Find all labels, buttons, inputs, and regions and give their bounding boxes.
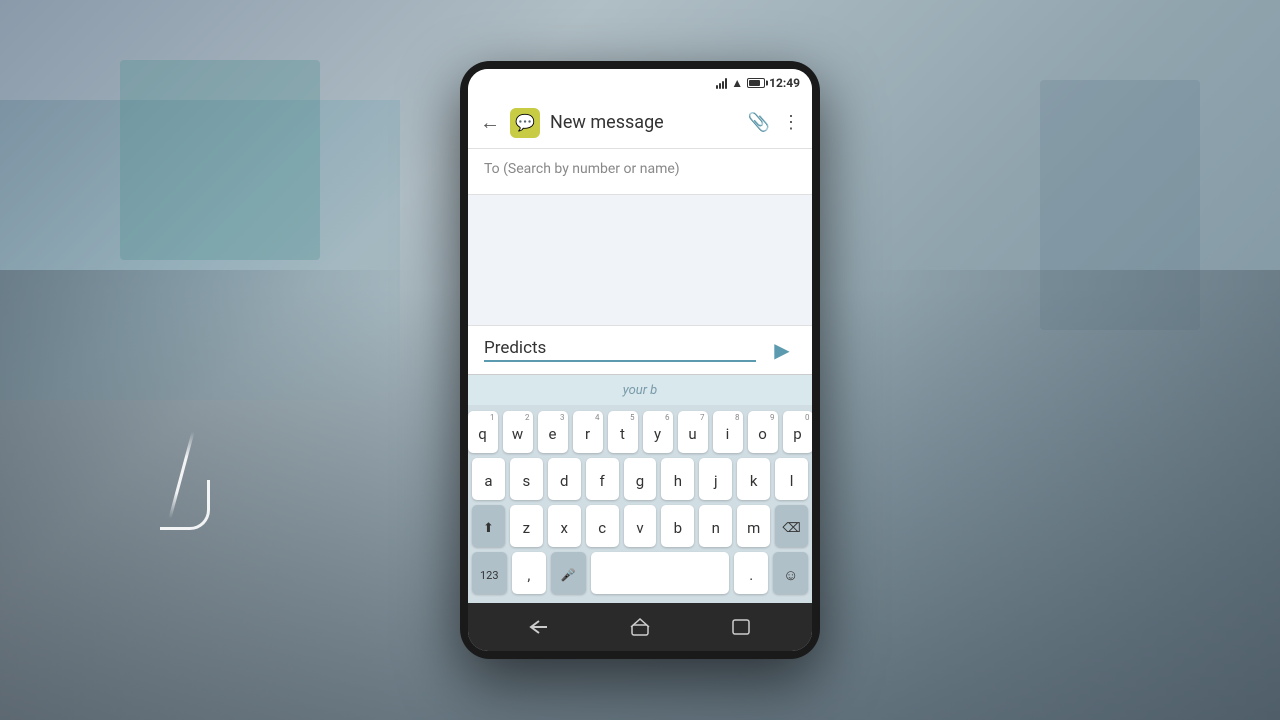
key-h[interactable]: h	[661, 458, 694, 500]
key-j[interactable]: j	[699, 458, 732, 500]
signal-icon	[716, 77, 727, 89]
nav-back-button[interactable]	[519, 607, 559, 647]
prediction-text[interactable]: Predicts	[484, 338, 756, 362]
key-o[interactable]: 9o	[748, 411, 778, 453]
keyboard-row-2: a s d f g h j k l	[472, 458, 808, 500]
nav-bar	[468, 603, 812, 651]
keyboard-row-3: ⬆ z x c v b n m ⌫	[472, 505, 808, 547]
key-c[interactable]: c	[586, 505, 619, 547]
key-e[interactable]: 3e	[538, 411, 568, 453]
status-bar: ▲ 12:49	[468, 69, 812, 97]
battery-icon	[747, 78, 765, 88]
key-p[interactable]: 0p	[783, 411, 813, 453]
keyboard: 1q 2w 3e 4r 5t 6y 7u 8i 9o 0p a s d f	[468, 405, 812, 603]
more-options-icon[interactable]: ⋮	[782, 112, 800, 133]
phone-wrapper: ▲ 12:49 ← 💬 New message 📎 ⋮	[460, 61, 820, 659]
key-t[interactable]: 5t	[608, 411, 638, 453]
key-b[interactable]: b	[661, 505, 694, 547]
to-placeholder: To (Search by number or name)	[484, 161, 680, 177]
phone-body: ▲ 12:49 ← 💬 New message 📎 ⋮	[460, 61, 820, 659]
key-u[interactable]: 7u	[678, 411, 708, 453]
key-k[interactable]: k	[737, 458, 770, 500]
key-y[interactable]: 6y	[643, 411, 673, 453]
swipe-hint: your b	[468, 375, 812, 405]
space-key[interactable]	[591, 552, 729, 594]
nav-home-button[interactable]	[620, 607, 660, 647]
key-n[interactable]: n	[699, 505, 732, 547]
status-time: 12:49	[769, 76, 800, 90]
back-button[interactable]: ←	[480, 110, 500, 135]
microphone-key[interactable]: 🎤	[551, 552, 586, 594]
num-switch-key[interactable]: 123	[472, 552, 507, 594]
swipe-hint-text: your b	[623, 383, 658, 398]
status-icons: ▲ 12:49	[716, 76, 800, 90]
key-v[interactable]: v	[624, 505, 657, 547]
send-button[interactable]: ▶	[764, 332, 800, 368]
key-d[interactable]: d	[548, 458, 581, 500]
key-s[interactable]: s	[510, 458, 543, 500]
key-r[interactable]: 4r	[573, 411, 603, 453]
key-w[interactable]: 2w	[503, 411, 533, 453]
building-left	[120, 60, 320, 260]
nav-recents-button[interactable]	[721, 607, 761, 647]
shift-key[interactable]: ⬆	[472, 505, 505, 547]
emoji-key[interactable]: ☺	[773, 552, 808, 594]
key-f[interactable]: f	[586, 458, 619, 500]
key-comma[interactable]: ,	[512, 552, 547, 594]
prediction-bar: Predicts ▶	[468, 325, 812, 375]
app-icon: 💬	[510, 108, 540, 138]
toolbar-icons: 📎 ⋮	[748, 112, 800, 133]
app-icon-emoji: 💬	[515, 113, 535, 132]
key-x[interactable]: x	[548, 505, 581, 547]
crowd-left	[0, 270, 420, 720]
app-bar: ← 💬 New message 📎 ⋮	[468, 97, 812, 149]
app-title: New message	[550, 112, 738, 133]
key-a[interactable]: a	[472, 458, 505, 500]
attachment-icon[interactable]: 📎	[748, 112, 770, 133]
crowd-right	[860, 270, 1280, 720]
key-period[interactable]: .	[734, 552, 769, 594]
key-g[interactable]: g	[624, 458, 657, 500]
key-i[interactable]: 8i	[713, 411, 743, 453]
key-q[interactable]: 1q	[468, 411, 498, 453]
keyboard-row-1: 1q 2w 3e 4r 5t 6y 7u 8i 9o 0p	[472, 411, 808, 453]
wifi-icon: ▲	[731, 76, 743, 90]
phone-screen: ▲ 12:49 ← 💬 New message 📎 ⋮	[468, 69, 812, 651]
key-m[interactable]: m	[737, 505, 770, 547]
keyboard-row-4: 123 , 🎤 . ☺	[472, 552, 808, 594]
message-area[interactable]	[468, 195, 812, 325]
to-field[interactable]: To (Search by number or name)	[468, 149, 812, 195]
battery-fill	[749, 80, 760, 86]
key-z[interactable]: z	[510, 505, 543, 547]
key-l[interactable]: l	[775, 458, 808, 500]
backspace-key[interactable]: ⌫	[775, 505, 808, 547]
